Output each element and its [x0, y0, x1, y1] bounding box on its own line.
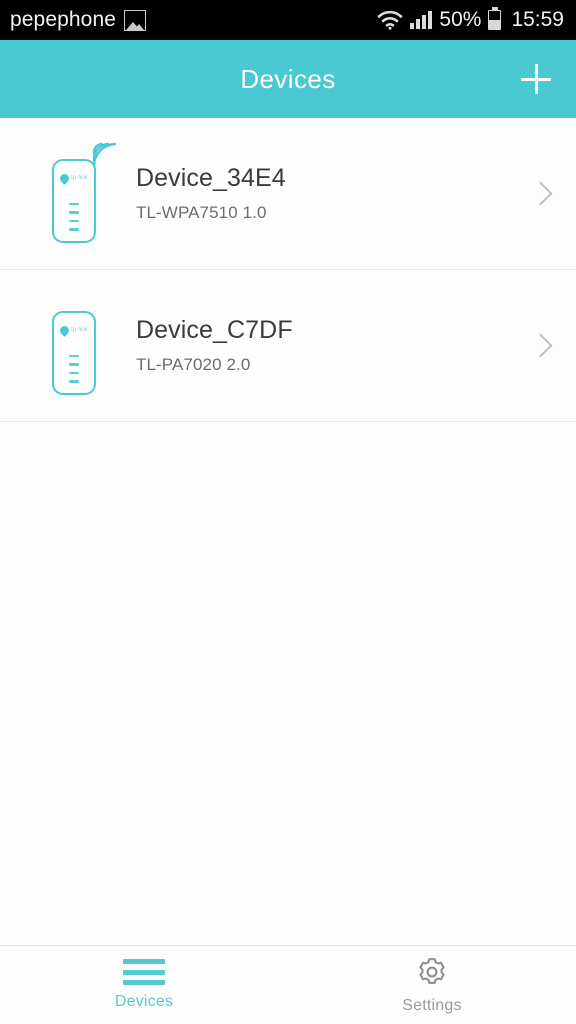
tplink-logo: tp-link	[54, 171, 94, 185]
plus-icon[interactable]	[514, 57, 558, 101]
led-indicators	[54, 354, 94, 383]
wifi-icon	[377, 10, 403, 30]
device-list: tp-link Device_34E4 TL-WPA7510 1.0 tp-li…	[0, 118, 576, 422]
nav-item-devices[interactable]: Devices	[0, 946, 288, 1024]
tplink-logo-mark	[58, 323, 72, 337]
clock: 15:59	[511, 8, 564, 31]
nav-item-settings-label: Settings	[402, 997, 462, 1014]
page-title: Devices	[240, 63, 336, 94]
tplink-logo-mark	[58, 171, 72, 185]
battery-percent: 50%	[439, 8, 482, 31]
chevron-right-icon[interactable]	[526, 331, 556, 361]
tplink-logo-text: tp-link	[71, 175, 88, 181]
image-icon	[124, 9, 147, 31]
chevron-right-icon[interactable]	[526, 179, 556, 209]
adapter-body: tp-link	[52, 310, 96, 395]
powerline-adapter-icon: tp-link	[44, 291, 122, 401]
app-header-bar: Devices	[0, 40, 576, 118]
device-name: Device_34E4	[136, 164, 286, 193]
device-info: Device_C7DF TL-PA7020 2.0	[122, 316, 526, 375]
status-bar: pepephone 50% 15:59	[0, 0, 576, 40]
bottom-navigation-bar: Devices Settings	[0, 945, 576, 1024]
tplink-logo: tp-link	[54, 323, 94, 337]
led-indicators	[54, 202, 94, 231]
status-bar-right: 50% 15:59	[377, 7, 564, 32]
device-model: TL-WPA7510 1.0	[136, 202, 267, 222]
list-item[interactable]: tp-link Device_34E4 TL-WPA7510 1.0	[0, 118, 576, 270]
gear-icon	[415, 955, 449, 989]
powerline-wifi-extender-icon: tp-link	[44, 139, 122, 249]
battery-icon	[488, 7, 502, 30]
adapter-body: tp-link	[52, 158, 96, 243]
nav-item-settings[interactable]: Settings	[288, 946, 576, 1024]
nav-item-devices-label: Devices	[114, 993, 174, 1010]
carrier-name: pepephone	[10, 8, 117, 31]
cellular-signal-icon	[410, 11, 433, 29]
list-item[interactable]: tp-link Device_C7DF TL-PA7020 2.0	[0, 270, 576, 422]
tplink-logo-text: tp-link	[71, 327, 88, 333]
device-name: Device_C7DF	[136, 316, 293, 345]
app-screen: pepephone 50% 15:59 Devices tp-link Devi…	[0, 0, 576, 1024]
hamburger-menu-icon	[123, 959, 165, 985]
device-model: TL-PA7020 2.0	[136, 354, 251, 374]
device-info: Device_34E4 TL-WPA7510 1.0	[122, 164, 526, 223]
status-bar-left: pepephone	[10, 8, 147, 32]
